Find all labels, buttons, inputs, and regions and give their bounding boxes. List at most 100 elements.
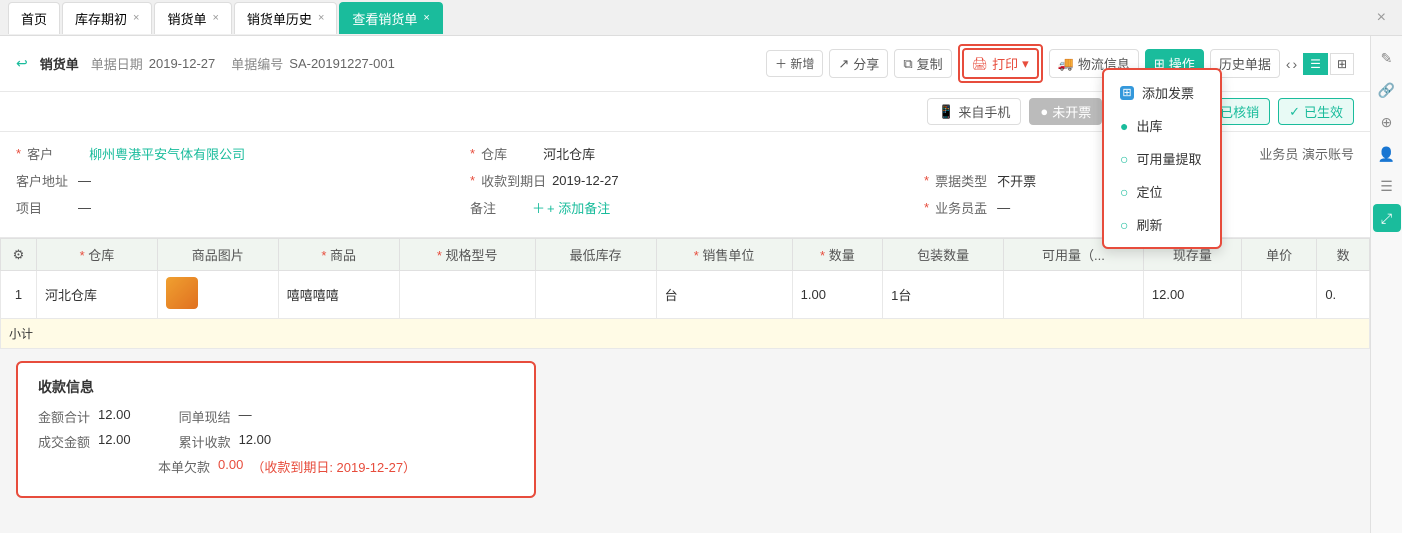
staff2-value: — (997, 200, 1010, 215)
available-qty-item[interactable]: ○ 可用量提取 (1104, 142, 1220, 175)
print-label: 打印 (992, 54, 1018, 73)
tab-sales-history[interactable]: 销货单历史 × (234, 2, 337, 34)
total-amount-item: 金额合计 12.00 (38, 407, 131, 426)
ticket-type-value: 不开票 (997, 171, 1036, 190)
locate-item[interactable]: ○ 定位 (1104, 175, 1220, 208)
th-package-qty: 包装数量 (883, 239, 1004, 271)
logistics-icon: 🚚 (1058, 56, 1074, 72)
payment-row-3: 本单欠款 0.00 （收款到期日: 2019-12-27） (38, 457, 514, 476)
copy-icon: ⧉ (903, 56, 912, 72)
print-icon: 🖨 (972, 56, 989, 72)
customer-value[interactable]: 柳州粤港平安气体有限公司 (89, 144, 245, 163)
sidebar-user-icon[interactable]: 👤 (1373, 140, 1401, 168)
doc-date-value: 2019-12-27 (149, 56, 216, 71)
payment-row-2: 成交金额 12.00 累计收款 12.00 (38, 432, 514, 451)
sold-out-label: 已核销 (1220, 102, 1259, 121)
next-arrow[interactable]: › (1293, 56, 1298, 72)
ticket-type-label: 票据类型 (935, 171, 991, 190)
effective-button[interactable]: ✓ 已生效 (1278, 98, 1354, 125)
refresh-item[interactable]: ○ 刷新 (1104, 208, 1220, 241)
add-note-button[interactable]: ＋ + 添加备注 (532, 198, 610, 217)
tab-sales-order-close[interactable]: × (212, 12, 218, 24)
customer-label: 客户 (27, 144, 83, 163)
tab-view-sales-close[interactable]: × (423, 12, 429, 24)
from-phone-button[interactable]: 📱 来自手机 (927, 98, 1021, 125)
add-invoice-icon: ⊞ (1120, 86, 1134, 100)
customer-field: * 客户 柳州粤港平安气体有限公司 (16, 144, 446, 163)
address-value: — (78, 173, 91, 188)
share-button[interactable]: ↗ 分享 (829, 49, 888, 78)
tab-home-label: 首页 (21, 9, 47, 28)
not-open-label: 未开票 (1052, 102, 1091, 121)
share-icon: ↗ (838, 56, 849, 72)
window-close-button[interactable]: × (1369, 5, 1394, 31)
row-current-stock: 12.00 (1143, 271, 1241, 319)
tab-sales-order[interactable]: 销货单 × (154, 2, 231, 34)
staff2-label: 业务员盂 (935, 198, 991, 217)
copy-button[interactable]: ⧉ 复制 (894, 49, 951, 78)
subtotal-row: 小计 (1, 319, 1370, 349)
nav-arrows: ‹ › (1286, 56, 1297, 72)
print-button[interactable]: 🖨 打印 ▾ (962, 48, 1039, 79)
address-field: 客户地址 — (16, 171, 446, 190)
th-min-stock: 最低库存 (535, 239, 656, 271)
th-product-img: 商品图片 (157, 239, 278, 271)
owed-value: 0.00 (218, 457, 243, 476)
copy-label: 复制 (917, 54, 943, 73)
sidebar-zoom-icon[interactable]: ⊕ (1373, 108, 1401, 136)
sidebar-list-icon[interactable]: ☰ (1373, 172, 1401, 200)
warehouse-label: 仓库 (481, 144, 537, 163)
project-label: 项目 (16, 198, 72, 217)
sidebar-expand-icon[interactable]: ⤢ (1373, 204, 1401, 232)
new-button[interactable]: ＋ 新增 (766, 50, 823, 77)
view-toggle: ☰ ⊞ (1303, 53, 1354, 75)
tab-bar: 首页 库存期初 × 销货单 × 销货单历史 × 查看销货单 × × (0, 0, 1402, 36)
th-unit: * 销售单位 (656, 239, 792, 271)
warehouse-required: * (470, 146, 475, 161)
tab-view-sales[interactable]: 查看销货单 × (339, 2, 442, 34)
warehouse-field: * 仓库 河北仓库 (470, 144, 900, 163)
tab-home[interactable]: 首页 (8, 2, 60, 34)
refresh-label: 刷新 (1136, 215, 1162, 234)
doc-date-field: 单据日期 2019-12-27 (91, 54, 216, 73)
outbound-icon: ● (1120, 118, 1128, 134)
grid-view-button[interactable]: ⊞ (1330, 53, 1354, 75)
sidebar-link-icon[interactable]: 🔗 (1373, 76, 1401, 104)
th-product: * 商品 (278, 239, 399, 271)
row-unit-price (1241, 271, 1316, 319)
same-order-item: 同单现结 — (179, 407, 252, 426)
available-qty-icon: ○ (1120, 151, 1128, 167)
not-open-button[interactable]: ● 未开票 (1029, 98, 1102, 125)
sidebar-edit-icon[interactable]: ✎ (1373, 44, 1401, 72)
th-quantity: * 数量 (792, 239, 883, 271)
prev-arrow[interactable]: ‹ (1286, 56, 1291, 72)
staff2-required: * (924, 200, 929, 215)
list-view-button[interactable]: ☰ (1303, 53, 1328, 75)
payment-row-1: 金额合计 12.00 同单现结 — (38, 407, 514, 426)
tab-sales-history-label: 销货单历史 (247, 9, 312, 28)
subtotal-label: 小计 (1, 319, 1370, 349)
row-unit: 台 (656, 271, 792, 319)
doc-number-label: 单据编号 (231, 54, 283, 73)
doc-number-value: SA-20191227-001 (289, 56, 395, 71)
add-note-plus-icon: ＋ (532, 198, 545, 217)
ticket-type-required: * (924, 173, 929, 188)
add-invoice-item[interactable]: ⊞ 添加发票 (1104, 76, 1220, 109)
address-label: 客户地址 (16, 171, 72, 190)
due-note: （收款到期日: 2019-12-27） (251, 457, 416, 476)
tab-inventory-init[interactable]: 库存期初 × (62, 2, 152, 34)
tab-sales-history-close[interactable]: × (318, 12, 324, 24)
row-min-stock (535, 271, 656, 319)
outbound-item[interactable]: ● 出库 (1104, 109, 1220, 142)
staff-value: 演示账号 (1302, 147, 1354, 162)
due-date-required: * (470, 173, 475, 188)
transaction-value: 12.00 (98, 432, 131, 451)
doc-type-icon: ↩ (16, 55, 28, 72)
available-qty-label: 可用量提取 (1136, 149, 1201, 168)
tab-inventory-init-close[interactable]: × (133, 12, 139, 24)
due-date-value: 2019-12-27 (552, 173, 619, 188)
tab-inventory-init-label: 库存期初 (75, 9, 127, 28)
doc-type-label: 销货单 (40, 54, 79, 73)
add-note-label: + 添加备注 (547, 198, 610, 217)
from-phone-label: 来自手机 (958, 102, 1010, 121)
